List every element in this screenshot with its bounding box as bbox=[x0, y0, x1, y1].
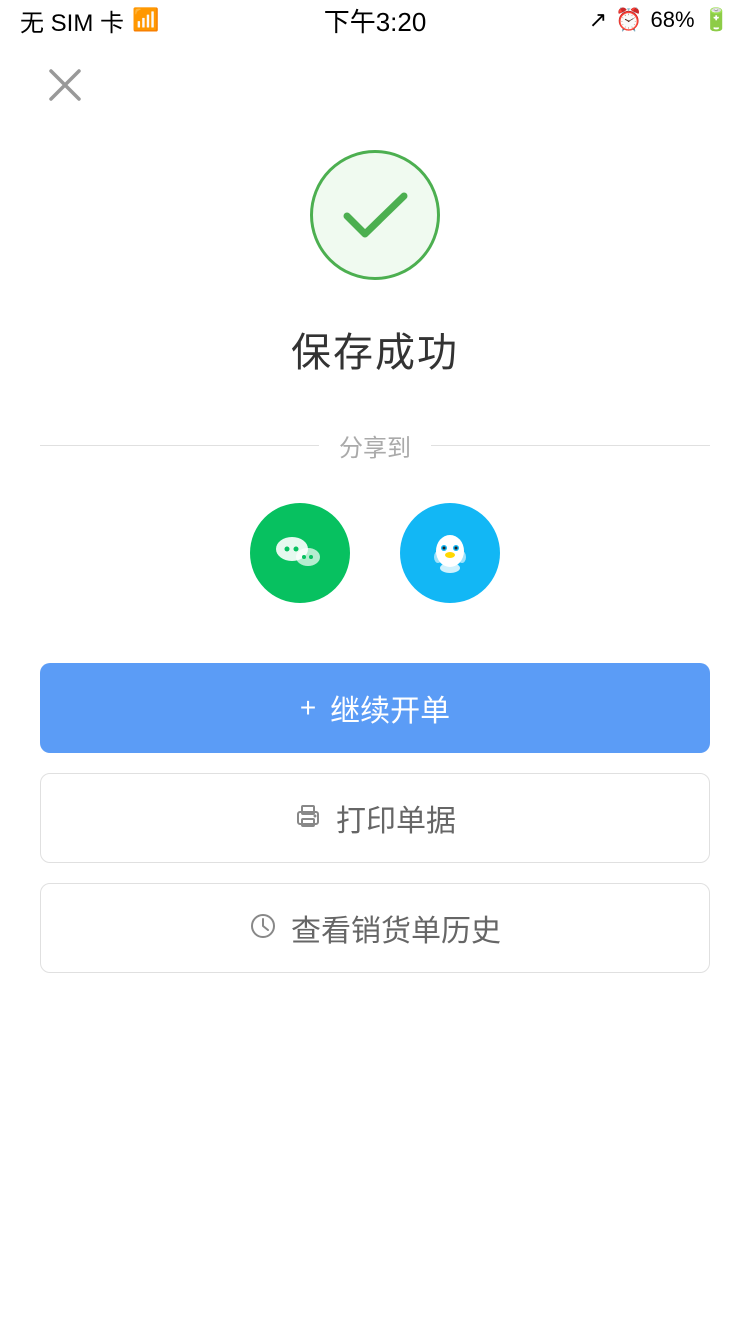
action-buttons: + 继续开单 打印单据 查看销货单历史 bbox=[40, 663, 710, 973]
wechat-icon bbox=[270, 523, 330, 583]
checkmark-icon bbox=[343, 188, 408, 243]
print-icon bbox=[294, 802, 322, 835]
history-label: 查看销货单历史 bbox=[291, 906, 501, 950]
close-button-container bbox=[40, 60, 710, 110]
divider-line-right bbox=[431, 445, 710, 446]
divider-line-left bbox=[40, 445, 319, 446]
history-button[interactable]: 查看销货单历史 bbox=[40, 883, 710, 973]
history-icon bbox=[249, 912, 277, 945]
continue-button[interactable]: + 继续开单 bbox=[40, 663, 710, 753]
qq-icon bbox=[420, 523, 480, 583]
qq-share-button[interactable] bbox=[400, 503, 500, 603]
continue-label: 继续开单 bbox=[330, 686, 450, 730]
wifi-icon: 📶 bbox=[132, 7, 159, 33]
location-icon: ↗ bbox=[589, 7, 607, 33]
main-content: 保存成功 分享到 bbox=[0, 40, 750, 1013]
wechat-share-button[interactable] bbox=[250, 503, 350, 603]
status-bar: 无 SIM 卡 📶 下午3:20 ↗ ⏰ 68% 🔋 bbox=[0, 0, 750, 40]
continue-icon: + bbox=[300, 694, 316, 722]
close-button[interactable] bbox=[40, 60, 90, 110]
battery-label: 68% bbox=[651, 7, 695, 33]
print-label: 打印单据 bbox=[336, 796, 456, 840]
alarm-icon: ⏰ bbox=[615, 7, 642, 33]
battery-icon: 🔋 bbox=[703, 7, 730, 33]
success-circle bbox=[310, 150, 440, 280]
share-icons bbox=[250, 503, 500, 603]
status-left: 无 SIM 卡 📶 bbox=[20, 3, 159, 38]
success-title: 保存成功 bbox=[291, 320, 459, 378]
print-button[interactable]: 打印单据 bbox=[40, 773, 710, 863]
share-divider: 分享到 bbox=[40, 428, 710, 463]
close-icon bbox=[47, 67, 83, 103]
divider-label: 分享到 bbox=[339, 428, 411, 463]
status-right: ↗ ⏰ 68% 🔋 bbox=[589, 7, 730, 33]
status-time: 下午3:20 bbox=[324, 2, 427, 39]
sim-label: 无 SIM 卡 bbox=[20, 3, 124, 38]
